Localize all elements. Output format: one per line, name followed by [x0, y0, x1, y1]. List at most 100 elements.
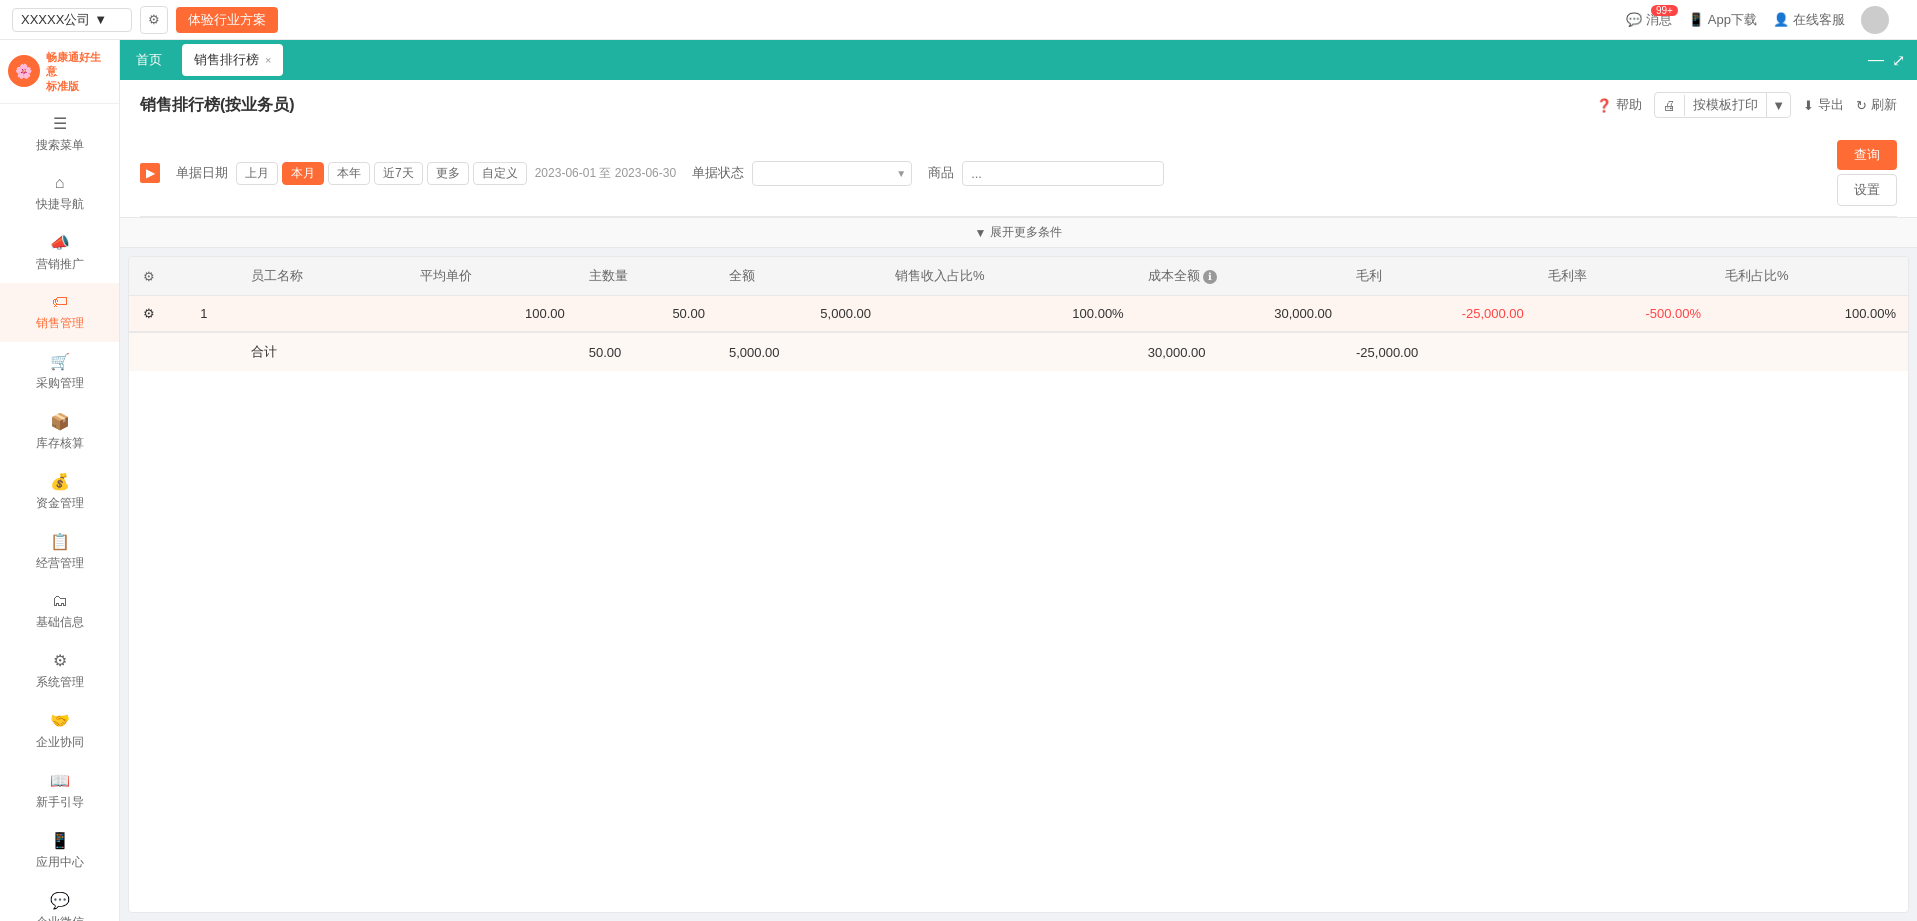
download-icon: 📱: [1688, 12, 1704, 27]
col-cost-amount: 成本全额 ℹ: [1136, 257, 1344, 296]
company-selector[interactable]: XXXXX公司 ▼: [12, 8, 132, 32]
message-badge: 99+: [1651, 5, 1678, 16]
sidebar-item-base-info[interactable]: 🗂 基础信息: [0, 582, 119, 641]
expand-icon: ▼: [975, 226, 987, 240]
status-select-wrapper: [752, 161, 912, 186]
sidebar-item-system-mgmt[interactable]: ⚙ 系统管理: [0, 641, 119, 701]
col-settings[interactable]: ⚙: [129, 257, 169, 296]
export-label: 导出: [1818, 96, 1844, 114]
sidebar-item-app-center[interactable]: 📱 应用中心: [0, 821, 119, 881]
print-dropdown-icon[interactable]: ▼: [1767, 95, 1790, 116]
sidebar-item-enterprise-collab[interactable]: 🤝 企业协同: [0, 701, 119, 761]
expand-conditions-button[interactable]: ▼ 展开更多条件: [975, 224, 1063, 241]
footer-sales-pct: [883, 332, 1136, 371]
cell-emp-name: [239, 296, 408, 333]
sidebar-item-label: 快捷导航: [36, 196, 84, 213]
footer-amount: 5,000.00: [717, 332, 883, 371]
sidebar-item-label: 营销推广: [36, 256, 84, 273]
sidebar-item-quick-nav[interactable]: ⌂ 快捷导航: [0, 164, 119, 223]
cell-amount: 5,000.00: [717, 296, 883, 333]
filter-collapse-icon[interactable]: ▶: [140, 163, 160, 183]
sidebar-item-marketing[interactable]: 📣 营销推广: [0, 223, 119, 283]
col-avg-price: 平均单价: [408, 257, 577, 296]
sidebar-item-label: 销售管理: [36, 315, 84, 332]
app-download-button[interactable]: 📱 App下载: [1688, 11, 1757, 29]
date-btn-7days[interactable]: 近7天: [374, 162, 423, 185]
cell-gross-rate: -500.00%: [1536, 296, 1713, 333]
logo-area: 🌸 畅康通好生意 标准版: [0, 40, 119, 104]
date-btn-current-year[interactable]: 本年: [328, 162, 370, 185]
refresh-button[interactable]: ↻ 刷新: [1856, 96, 1897, 114]
help-label: 帮助: [1616, 96, 1642, 114]
export-button[interactable]: ⬇ 导出: [1803, 96, 1844, 114]
settings-icon[interactable]: ⚙: [140, 6, 168, 34]
cell-settings[interactable]: ⚙: [129, 296, 169, 333]
col-main-qty: 主数量: [577, 257, 717, 296]
col-sales-pct: 销售收入占比%: [883, 257, 1136, 296]
goods-filter: 商品: [928, 161, 1164, 186]
sidebar-item-inventory[interactable]: 📦 库存核算: [0, 402, 119, 462]
sidebar-item-label: 企业协同: [36, 734, 84, 751]
search-order-icon: ☰: [53, 114, 67, 133]
sidebar-item-finance[interactable]: 💰 资金管理: [0, 462, 119, 522]
tab-minimize-icon[interactable]: —: [1868, 51, 1884, 69]
guide-icon: 📖: [50, 771, 70, 790]
footer-settings: [129, 332, 169, 371]
help-icon: ❓: [1596, 98, 1612, 113]
tab-label: 销售排行榜: [194, 51, 259, 69]
sidebar-item-label: 应用中心: [36, 854, 84, 871]
sidebar-item-purchase-mgmt[interactable]: 🛒 采购管理: [0, 342, 119, 402]
cell-cost-amount: 30,000.00: [1136, 296, 1344, 333]
col-rank: [169, 257, 239, 296]
sidebar-item-enterprise-wechat[interactable]: 💬 企业微信: [0, 881, 119, 921]
cell-gross-pct: 100.00%: [1713, 296, 1908, 333]
trial-button[interactable]: 体验行业方案: [176, 7, 278, 33]
collab-icon: 🤝: [50, 711, 70, 730]
footer-gross-pct: [1713, 332, 1908, 371]
goods-input[interactable]: [962, 161, 1164, 186]
sidebar-item-beginner-guide[interactable]: 📖 新手引导: [0, 761, 119, 821]
online-service-button[interactable]: 👤 在线客服: [1773, 11, 1845, 29]
tab-maximize-icon[interactable]: ⤢: [1892, 51, 1905, 70]
date-btn-last-month[interactable]: 上月: [236, 162, 278, 185]
operation-icon: 📋: [50, 532, 70, 551]
query-button[interactable]: 查询: [1837, 140, 1897, 170]
message-button[interactable]: 💬 消息 99+: [1626, 11, 1672, 29]
status-label: 单据状态: [692, 164, 744, 182]
sidebar-item-sales-mgmt[interactable]: 🏷 销售管理: [0, 283, 119, 342]
print-label: 按模板打印: [1685, 93, 1767, 117]
date-btn-more[interactable]: 更多: [427, 162, 469, 185]
app-center-icon: 📱: [50, 831, 70, 850]
expand-label: 展开更多条件: [990, 224, 1062, 241]
print-button-group[interactable]: 🖨 按模板打印 ▼: [1654, 92, 1791, 118]
avatar[interactable]: [1861, 6, 1889, 34]
sidebar-item-label: 库存核算: [36, 435, 84, 452]
cell-gross-profit: -25,000.00: [1344, 296, 1536, 333]
col-emp-name: 员工名称: [239, 257, 408, 296]
service-icon: 👤: [1773, 12, 1789, 27]
system-icon: ⚙: [53, 651, 67, 670]
table-row: ⚙ 1 100.00 50.00 5,000.00 100.00% 30,000…: [129, 296, 1908, 333]
sidebar-item-label: 搜索菜单: [36, 137, 84, 154]
sidebar-item-label: 采购管理: [36, 375, 84, 392]
data-table-container: ⚙ 员工名称 平均单价 主数量 全额 销售收入占比% 成本全额 ℹ 毛利 毛利率: [128, 256, 1909, 913]
date-btn-custom[interactable]: 自定义: [473, 162, 527, 185]
tab-home[interactable]: 首页: [120, 40, 178, 80]
col-gross-profit: 毛利: [1344, 257, 1536, 296]
date-btn-current-month[interactable]: 本月: [282, 162, 324, 185]
date-label: 单据日期: [176, 164, 228, 182]
sidebar-item-search-order[interactable]: ☰ 搜索菜单: [0, 104, 119, 164]
sidebar-item-label: 基础信息: [36, 614, 84, 631]
online-service-label: 在线客服: [1793, 11, 1845, 29]
settings-button[interactable]: 设置: [1837, 174, 1897, 206]
export-icon: ⬇: [1803, 98, 1814, 113]
tab-close-icon[interactable]: ×: [265, 54, 271, 66]
app-download-label: App下载: [1708, 11, 1757, 29]
help-button[interactable]: ❓ 帮助: [1596, 96, 1642, 114]
tab-sales-ranking[interactable]: 销售排行榜 ×: [182, 44, 283, 76]
page-title: 销售排行榜(按业务员): [140, 95, 295, 116]
status-select[interactable]: [752, 161, 912, 186]
sidebar-item-operation[interactable]: 📋 经营管理: [0, 522, 119, 582]
sales-icon: 🏷: [52, 293, 68, 311]
col-gross-pct: 毛利占比%: [1713, 257, 1908, 296]
